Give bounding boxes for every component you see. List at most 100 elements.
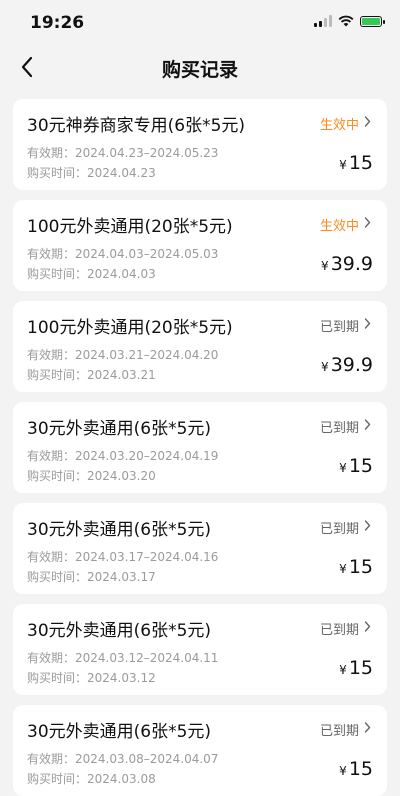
valid-label: 有效期： — [27, 651, 76, 665]
record-title: 30元外卖通用(6张*5元) — [27, 722, 212, 742]
record-status[interactable]: 已到期 — [320, 518, 371, 537]
record-title: 30元外卖通用(6张*5元) — [27, 419, 212, 439]
valid-period: 有效期：2024.03.17–2024.04.16 — [27, 548, 218, 565]
record-status[interactable]: 生效中 — [320, 215, 371, 234]
signal-icon — [314, 15, 332, 27]
status-label: 已到期 — [319, 522, 359, 537]
chevron-right-icon — [364, 722, 371, 737]
record-card[interactable]: 30元外卖通用(6张*5元) 已到期 有效期：2024.03.17–2024.0… — [13, 503, 387, 594]
record-status[interactable]: 已到期 — [320, 417, 371, 436]
currency-symbol: ¥ — [339, 461, 347, 475]
status-label: 生效中 — [319, 219, 359, 234]
valid-label: 有效期： — [27, 550, 76, 564]
price-amount: 15 — [348, 152, 373, 174]
record-card[interactable]: 100元外卖通用(20张*5元) 生效中 有效期：2024.04.03–2024… — [13, 200, 387, 291]
price-amount: 39.9 — [330, 354, 373, 376]
record-list: 30元神券商家专用(6张*5元) 生效中 有效期：2024.04.23–2024… — [0, 90, 400, 796]
purchase-label: 购买时间： — [27, 368, 88, 382]
record-card[interactable]: 100元外卖通用(20张*5元) 已到期 有效期：2024.03.21–2024… — [13, 301, 387, 392]
record-title: 100元外卖通用(20张*5元) — [27, 217, 233, 237]
valid-period: 有效期：2024.04.23–2024.05.23 — [27, 144, 218, 161]
price-amount: 15 — [348, 657, 373, 679]
valid-label: 有效期： — [27, 752, 76, 766]
valid-period: 有效期：2024.03.12–2024.04.11 — [27, 649, 218, 666]
purchase-label: 购买时间： — [27, 166, 88, 180]
valid-dates: 2024.04.03–2024.05.03 — [75, 247, 219, 261]
purchase-date: 2024.04.23 — [87, 166, 156, 180]
valid-dates: 2024.03.17–2024.04.16 — [75, 550, 219, 564]
purchase-date: 2024.03.12 — [87, 671, 156, 685]
currency-symbol: ¥ — [321, 259, 329, 273]
status-label: 已到期 — [319, 320, 359, 335]
record-price: ¥15 — [339, 758, 373, 780]
purchase-date: 2024.03.08 — [87, 772, 156, 786]
valid-dates: 2024.03.08–2024.04.07 — [75, 752, 219, 766]
record-price: ¥39.9 — [321, 253, 373, 275]
purchase-label: 购买时间： — [27, 469, 88, 483]
record-title: 30元外卖通用(6张*5元) — [27, 520, 212, 540]
purchase-date: 2024.03.17 — [87, 570, 156, 584]
record-card[interactable]: 30元外卖通用(6张*5元) 已到期 有效期：2024.03.20–2024.0… — [13, 402, 387, 493]
valid-label: 有效期： — [27, 348, 76, 362]
battery-icon — [360, 15, 385, 27]
valid-dates: 2024.03.21–2024.04.20 — [75, 348, 219, 362]
record-price: ¥15 — [339, 152, 373, 174]
currency-symbol: ¥ — [339, 158, 347, 172]
record-status[interactable]: 已到期 — [320, 619, 371, 638]
wifi-icon — [338, 15, 354, 27]
purchase-date: 2024.03.20 — [87, 469, 156, 483]
currency-symbol: ¥ — [339, 562, 347, 576]
status-label: 已到期 — [319, 724, 359, 739]
valid-label: 有效期： — [27, 146, 76, 160]
price-amount: 15 — [348, 556, 373, 578]
record-title: 100元外卖通用(20张*5元) — [27, 318, 233, 338]
purchase-time: 购买时间：2024.03.12 — [27, 669, 156, 686]
purchase-date: 2024.03.21 — [87, 368, 156, 382]
status-time: 19:26 — [30, 13, 85, 33]
valid-dates: 2024.03.12–2024.04.11 — [75, 651, 219, 665]
chevron-right-icon — [364, 621, 371, 636]
valid-label: 有效期： — [27, 247, 76, 261]
valid-dates: 2024.03.20–2024.04.19 — [75, 449, 219, 463]
purchase-time: 购买时间：2024.04.03 — [27, 265, 156, 282]
record-price: ¥15 — [339, 556, 373, 578]
purchase-label: 购买时间： — [27, 671, 88, 685]
valid-label: 有效期： — [27, 449, 76, 463]
chevron-right-icon — [364, 419, 371, 434]
purchase-date: 2024.04.03 — [87, 267, 156, 281]
record-status[interactable]: 已到期 — [320, 316, 371, 335]
purchase-time: 购买时间：2024.03.17 — [27, 568, 156, 585]
status-icons — [314, 15, 385, 27]
purchase-time: 购买时间：2024.04.23 — [27, 164, 156, 181]
currency-symbol: ¥ — [321, 360, 329, 374]
page-title: 购买记录 — [161, 59, 238, 81]
record-price: ¥15 — [339, 455, 373, 477]
status-bar: 19:26 — [0, 0, 400, 46]
record-status[interactable]: 生效中 — [320, 114, 371, 133]
record-card[interactable]: 30元外卖通用(6张*5元) 已到期 有效期：2024.03.12–2024.0… — [13, 604, 387, 695]
record-card[interactable]: 30元外卖通用(6张*5元) 已到期 有效期：2024.03.08–2024.0… — [13, 705, 387, 796]
status-label: 已到期 — [319, 623, 359, 638]
purchase-time: 购买时间：2024.03.20 — [27, 467, 156, 484]
chevron-right-icon — [364, 318, 371, 333]
valid-period: 有效期：2024.03.20–2024.04.19 — [27, 447, 218, 464]
chevron-right-icon — [364, 217, 371, 232]
valid-period: 有效期：2024.04.03–2024.05.03 — [27, 245, 218, 262]
price-amount: 39.9 — [330, 253, 373, 275]
price-amount: 15 — [348, 455, 373, 477]
chevron-right-icon — [364, 520, 371, 535]
valid-period: 有效期：2024.03.08–2024.04.07 — [27, 750, 218, 767]
status-label: 生效中 — [319, 118, 359, 133]
currency-symbol: ¥ — [339, 663, 347, 677]
currency-symbol: ¥ — [339, 764, 347, 778]
record-title: 30元神券商家专用(6张*5元) — [27, 116, 246, 136]
chevron-right-icon — [364, 116, 371, 131]
valid-dates: 2024.04.23–2024.05.23 — [75, 146, 219, 160]
record-price: ¥15 — [339, 657, 373, 679]
record-card[interactable]: 30元神券商家专用(6张*5元) 生效中 有效期：2024.04.23–2024… — [13, 99, 387, 190]
record-title: 30元外卖通用(6张*5元) — [27, 621, 212, 641]
price-amount: 15 — [348, 758, 373, 780]
status-label: 已到期 — [319, 421, 359, 436]
record-status[interactable]: 已到期 — [320, 720, 371, 739]
purchase-label: 购买时间： — [27, 570, 88, 584]
